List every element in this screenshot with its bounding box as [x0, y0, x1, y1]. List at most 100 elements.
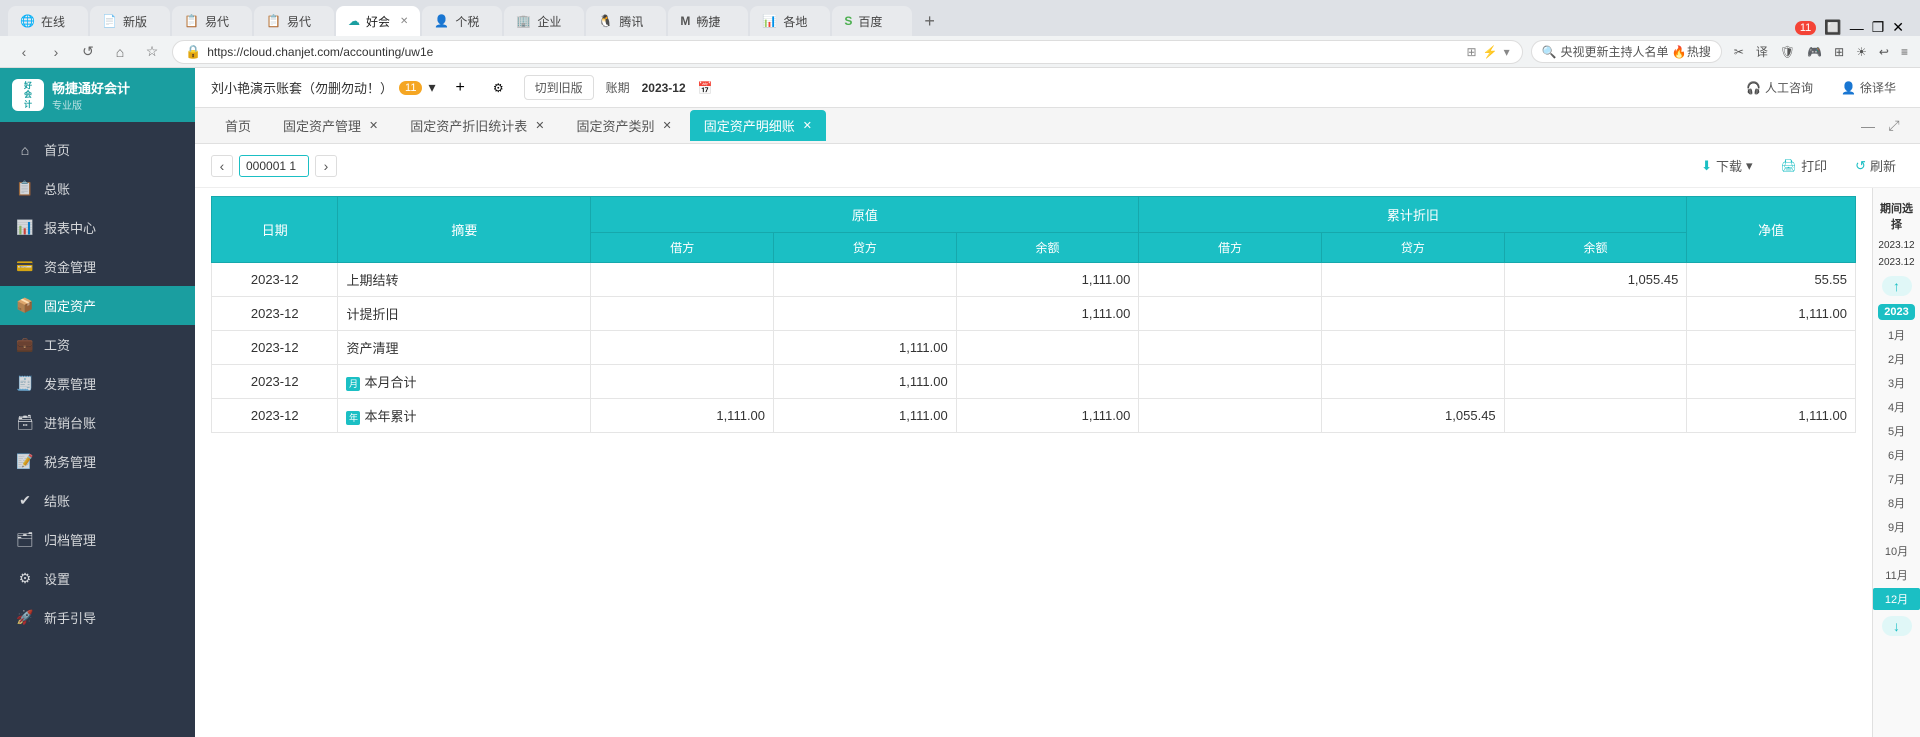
user-label: 徐译华	[1860, 79, 1896, 96]
right-panel-scroll-down[interactable]: ↓	[1882, 616, 1912, 636]
browser-tab-close[interactable]: ✕	[400, 16, 408, 27]
browser-tab-baidu[interactable]: S 百度	[832, 6, 912, 36]
right-panel-month-12[interactable]: 12月	[1873, 588, 1920, 610]
right-panel-month-8[interactable]: 8月	[1873, 492, 1920, 514]
tab-fixed-assets-ledger[interactable]: 固定资产明细账 ✕	[690, 110, 826, 141]
guide-icon: 🚀	[16, 609, 34, 627]
browser-tab-geshui[interactable]: 👤 个税	[422, 6, 502, 36]
sidebar-item-archive[interactable]: 🗂 归档管理	[0, 520, 195, 559]
restore-btn[interactable]: 🔲	[1824, 19, 1841, 36]
sidebar-item-settings[interactable]: ⚙ 设置	[0, 559, 195, 598]
address-dropdown[interactable]: ▾	[1504, 45, 1510, 59]
calendar-icon[interactable]: 📅	[698, 81, 713, 95]
right-panel-month-2[interactable]: 2月	[1873, 348, 1920, 370]
tab-fixed-assets-category[interactable]: 固定资产类别 ✕	[562, 110, 685, 141]
settings-btn[interactable]: ⚙	[485, 77, 512, 99]
close-window-btn[interactable]: ✕	[1892, 19, 1904, 36]
right-panel-month-7[interactable]: 7月	[1873, 468, 1920, 490]
account-selector[interactable]: 刘小艳演示账套（勿删勿动！） 11 ▾	[211, 78, 435, 97]
minimize-panel-btn[interactable]: —	[1858, 116, 1878, 136]
sidebar-brand-sub: 专业版	[52, 97, 130, 112]
address-bar[interactable]: 🔒 https://cloud.chanjet.com/accounting/u…	[172, 40, 1523, 64]
back-btn[interactable]: ‹	[12, 40, 36, 64]
extension-icon1[interactable]: 🛡	[1780, 45, 1795, 59]
right-panel-month-11[interactable]: 11月	[1873, 564, 1920, 586]
browser-tab-haokuai[interactable]: ☁ 好会 ✕	[336, 6, 420, 36]
sidebar-item-invoice[interactable]: 🧾 发票管理	[0, 364, 195, 403]
undo-icon[interactable]: ↩	[1879, 45, 1889, 59]
sidebar-item-home[interactable]: ⌂ 首页	[0, 130, 195, 169]
right-panel-month-5[interactable]: 5月	[1873, 420, 1920, 442]
table-row: 2023-12 月本月合计 1,111.00	[212, 365, 1856, 399]
sidebar-item-ledger[interactable]: 📋 总账	[0, 169, 195, 208]
sidebar-item-settlement[interactable]: ✔ 结账	[0, 481, 195, 520]
brightness-icon[interactable]: ☀	[1856, 45, 1867, 59]
browser-tab-yidai1[interactable]: 📋 易代	[172, 6, 252, 36]
cell-orig-balance: 1,111.00	[956, 263, 1139, 297]
sidebar-item-guide[interactable]: 🚀 新手引导	[0, 598, 195, 637]
inventory-icon: 🗃	[16, 414, 34, 432]
cell-date: 2023-12	[212, 331, 338, 365]
browser-tab-tengxun[interactable]: 🐧 腾讯	[586, 6, 666, 36]
sidebar-item-inventory[interactable]: 🗃 进销台账	[0, 403, 195, 442]
search-bar[interactable]: 🔍 央视更新主持人名单 🔥热搜	[1531, 40, 1722, 63]
forward-btn[interactable]: ›	[44, 40, 68, 64]
switch-version-btn[interactable]: 切到旧版	[524, 75, 594, 100]
sidebar-item-report[interactable]: 📊 报表中心	[0, 208, 195, 247]
browser-tab-online[interactable]: 🌐 在线	[8, 6, 88, 36]
tab-fixed-assets-ledger-close[interactable]: ✕	[803, 119, 812, 132]
right-panel-month-10[interactable]: 10月	[1873, 540, 1920, 562]
sidebar-item-payroll[interactable]: 💼 工资	[0, 325, 195, 364]
right-panel-month-3[interactable]: 3月	[1873, 372, 1920, 394]
grid-icon[interactable]: ⊞	[1834, 45, 1844, 59]
right-panel-scroll-up[interactable]: ↑	[1882, 276, 1912, 296]
translate-icon[interactable]: 译	[1756, 43, 1768, 60]
cell-orig-balance	[956, 365, 1139, 399]
right-panel-month-9[interactable]: 9月	[1873, 516, 1920, 538]
browser-tab-qiye[interactable]: 🏢 企业	[504, 6, 584, 36]
next-page-btn[interactable]: ›	[315, 155, 337, 177]
sidebar-item-fixed-assets[interactable]: 📦 固定资产	[0, 286, 195, 325]
new-tab-button[interactable]: +	[914, 6, 945, 36]
consult-btn[interactable]: 🎧 人工咨询	[1738, 75, 1821, 100]
download-dropdown[interactable]: ▾	[1746, 158, 1753, 174]
home-browser-btn[interactable]: ⌂	[108, 40, 132, 64]
right-panel-month-6[interactable]: 6月	[1873, 444, 1920, 466]
main-content: 刘小艳演示账套（勿删勿动！） 11 ▾ + ⚙ 切到旧版 账期 2023-12 …	[195, 68, 1920, 737]
sidebar-item-fund[interactable]: 💳 资金管理	[0, 247, 195, 286]
tab-fixed-assets-mgmt[interactable]: 固定资产管理 ✕	[269, 110, 392, 141]
account-dropdown-icon[interactable]: ▾	[428, 79, 435, 96]
cut-icon[interactable]: ✂	[1734, 45, 1744, 59]
browser-tab-yidai2[interactable]: 📋 易代	[254, 6, 334, 36]
tab-fixed-assets-category-close[interactable]: ✕	[663, 119, 672, 132]
right-panel-date1: 2023.12	[1873, 238, 1920, 253]
tab-fixed-assets-depreciation[interactable]: 固定资产折旧统计表 ✕	[396, 110, 558, 141]
sidebar-label-invoice: 发票管理	[44, 374, 96, 393]
prev-page-btn[interactable]: ‹	[211, 155, 233, 177]
user-btn[interactable]: 👤 徐译华	[1833, 75, 1904, 100]
browser-tab-gedi[interactable]: 📊 各地	[750, 6, 830, 36]
maximize-btn[interactable]: ❐	[1872, 19, 1885, 36]
refresh-btn[interactable]: ↺ 刷新	[1847, 152, 1904, 179]
cell-dep-balance	[1504, 331, 1687, 365]
browser-tab-changjie[interactable]: M 畅捷	[668, 6, 748, 36]
bookmark-btn[interactable]: ☆	[140, 40, 164, 64]
menu-icon[interactable]: ≡	[1901, 45, 1908, 59]
refresh-browser-btn[interactable]: ↺	[76, 40, 100, 64]
page-input[interactable]: 000001 1	[239, 155, 309, 177]
minimize-btn[interactable]: —	[1850, 20, 1864, 36]
tab-fixed-assets-depreciation-close[interactable]: ✕	[535, 119, 544, 132]
sidebar-item-tax[interactable]: 📝 税务管理	[0, 442, 195, 481]
right-panel-month-4[interactable]: 4月	[1873, 396, 1920, 418]
browser-tab-new[interactable]: 📄 新版	[90, 6, 170, 36]
gamepad-icon[interactable]: 🎮	[1807, 45, 1822, 59]
tab-home[interactable]: 首页	[211, 110, 265, 141]
year-badge[interactable]: 2023	[1878, 304, 1914, 320]
print-btn[interactable]: 🖨 打印	[1773, 152, 1836, 179]
maximize-panel-btn[interactable]: ⤢	[1884, 116, 1904, 136]
right-panel-month-1[interactable]: 1月	[1873, 324, 1920, 346]
download-btn[interactable]: ⬇ 下载 ▾	[1693, 152, 1760, 179]
cell-dep-credit: 1,055.45	[1322, 399, 1505, 433]
add-account-btn[interactable]: +	[447, 75, 472, 101]
tab-fixed-assets-mgmt-close[interactable]: ✕	[369, 119, 378, 132]
